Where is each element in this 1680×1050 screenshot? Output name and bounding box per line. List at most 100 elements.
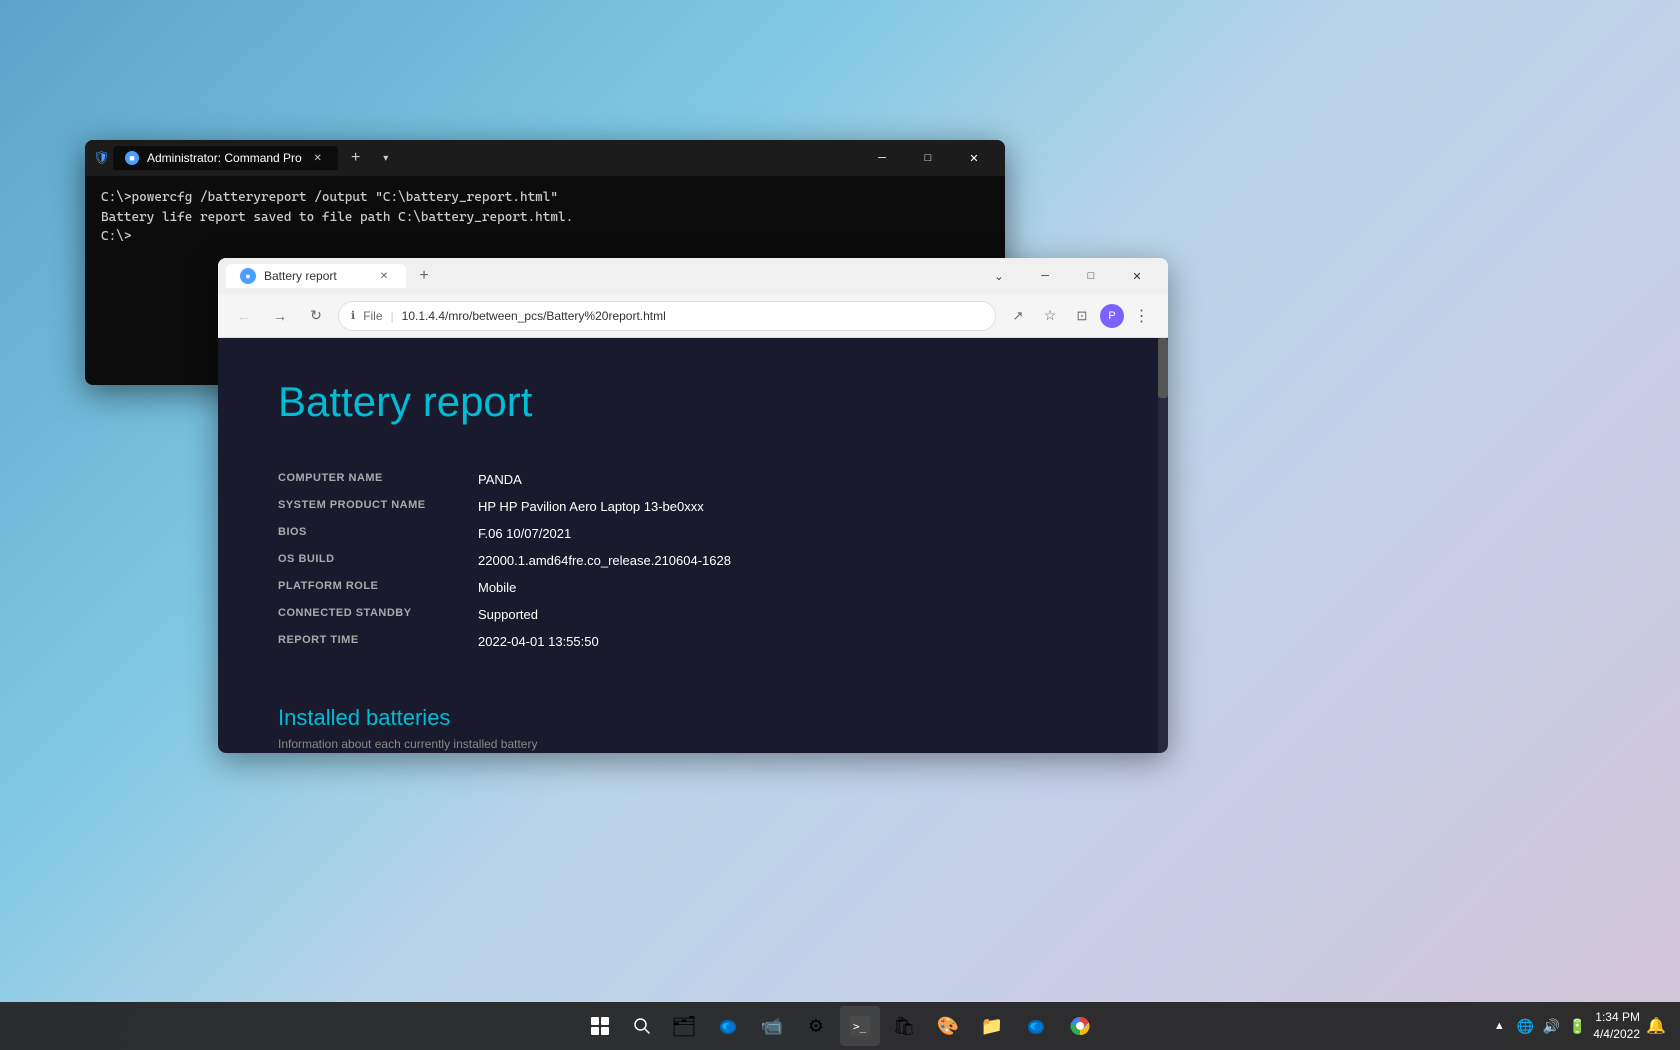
cmd-tab-title: Administrator: Command Pro [147,151,302,165]
back-button[interactable]: ← [230,302,258,330]
windows-logo-q1 [591,1017,599,1025]
browser-window: ● Battery report ✕ + ⌄ ─ □ ✕ ← → ↻ ℹ Fil… [218,258,1168,753]
teams-button[interactable]: 📹 [752,1006,792,1046]
cmd-minimize-button[interactable]: ─ [859,140,905,176]
browser-titlebar-controls: ⌄ ─ □ ✕ [976,258,1160,294]
edge2-button[interactable] [1016,1006,1056,1046]
browser-minimize-button[interactable]: ─ [1022,258,1068,294]
edge-browser-button[interactable] [708,1006,748,1046]
browser-maximize-button[interactable]: □ [1068,258,1114,294]
clock-date: 4/4/2022 [1593,1026,1640,1043]
taskbar: 🗂 📹 ⚙ >_ 🛍 🎨 [0,1002,1680,1050]
field-label-system-product-name: SYSTEM PRODUCT NAME [278,493,478,520]
scrollbar-thumb[interactable] [1158,338,1168,398]
cmd-maximize-button[interactable]: □ [905,140,951,176]
chrome-icon [1070,1016,1090,1036]
browser-right-buttons: ↗ ☆ ⊡ P ⋮ [1004,302,1156,330]
system-tray: ▲ 🌐 🔊 🔋 [1487,1014,1589,1038]
field-label-os-build: OS BUILD [278,547,478,574]
windows-logo-q2 [601,1017,609,1025]
volume-icon[interactable]: 🔊 [1539,1014,1563,1038]
cmd-titlebar: 🛡 ■ Administrator: Command Pro ✕ + ▾ ─ □… [85,140,1005,176]
installed-batteries-subtitle: Information about each currently install… [278,737,1108,751]
edge-icon [718,1016,738,1036]
desktop: 🛡 ■ Administrator: Command Pro ✕ + ▾ ─ □… [0,0,1680,1050]
browser-content: Battery report COMPUTER NAME PANDA SYSTE… [218,338,1168,753]
files-button[interactable]: 📁 [972,1006,1012,1046]
profile-button[interactable]: P [1100,304,1124,328]
search-button[interactable] [624,1008,660,1044]
shield-icon: 🛡 [93,150,109,166]
address-separator: | [391,309,394,323]
browser-tab-close-button[interactable]: ✕ [376,268,392,284]
browser-tab-active[interactable]: ● Battery report ✕ [226,264,406,288]
cmd-titlebar-controls: ─ □ ✕ [859,140,997,176]
table-row: COMPUTER NAME PANDA [278,466,1108,493]
settings-button[interactable]: ⚙ [796,1006,836,1046]
paint-button[interactable]: 🎨 [928,1006,968,1046]
browser-titlebar: ● Battery report ✕ + ⌄ ─ □ ✕ [218,258,1168,294]
cmd-line-3: C:\> [101,227,989,247]
cmd-dropdown-button[interactable]: ▾ [374,146,398,170]
network-icon[interactable]: 🌐 [1513,1014,1537,1038]
notification-button[interactable]: 🔔 [1644,1014,1668,1038]
cmd-tab[interactable]: ■ Administrator: Command Pro ✕ [113,146,338,170]
browser-new-tab-button[interactable]: + [410,262,438,290]
field-value-os-build: 22000.1.amd64fre.co_release.210604-1628 [478,547,1108,574]
scrollbar-track[interactable] [1158,338,1168,753]
battery-icon[interactable]: 🔋 [1565,1014,1589,1038]
report-info-table: COMPUTER NAME PANDA SYSTEM PRODUCT NAME … [278,466,1108,655]
cmd-line-1: C:\>powercfg /batteryreport /output "C:\… [101,188,989,208]
start-button[interactable] [580,1006,620,1046]
browser-favicon: ● [240,268,256,284]
address-url: 10.1.4.4/mro/between_pcs/Battery%20repor… [402,309,666,323]
taskbar-center: 🗂 📹 ⚙ >_ 🛍 🎨 [580,1006,1100,1046]
split-view-button[interactable]: ⊡ [1068,302,1096,330]
table-row: CONNECTED STANDBY Supported [278,601,1108,628]
store-button[interactable]: 🛍 [884,1006,924,1046]
search-icon [633,1017,651,1035]
chrome-button[interactable] [1060,1006,1100,1046]
clock-time: 1:34 PM [1593,1009,1640,1026]
report-title: Battery report [278,378,1108,426]
cmd-content: C:\>powercfg /batteryreport /output "C:\… [85,176,1005,259]
refresh-button[interactable]: ↻ [302,302,330,330]
table-row: SYSTEM PRODUCT NAME HP HP Pavilion Aero … [278,493,1108,520]
windows-logo-q3 [591,1027,599,1035]
windows-logo-icon [591,1017,609,1035]
address-bar[interactable]: ℹ File | 10.1.4.4/mro/between_pcs/Batter… [338,301,996,331]
field-value-system-product-name: HP HP Pavilion Aero Laptop 13-be0xxx [478,493,1108,520]
installed-batteries-section: Installed batteries Information about ea… [278,705,1108,753]
table-row: BIOS F.06 10/07/2021 [278,520,1108,547]
field-label-connected-standby: CONNECTED STANDBY [278,601,478,628]
tray-overflow-button[interactable]: ▲ [1487,1014,1511,1038]
favorites-button[interactable]: ☆ [1036,302,1064,330]
menu-button[interactable]: ⋮ [1128,302,1156,330]
field-value-connected-standby: Supported [478,601,1108,628]
forward-button[interactable]: → [266,302,294,330]
cmd-close-button[interactable]: ✕ [951,140,997,176]
field-label-report-time: REPORT TIME [278,628,478,655]
cmd-new-tab-button[interactable]: + [342,144,370,172]
edge2-icon [1026,1016,1046,1036]
field-value-computer-name: PANDA [478,466,1108,493]
clock[interactable]: 1:34 PM 4/4/2022 [1593,1009,1640,1043]
browser-tab-title: Battery report [264,269,368,283]
windows-logo-q4 [601,1027,609,1035]
table-row: OS BUILD 22000.1.amd64fre.co_release.210… [278,547,1108,574]
field-value-report-time: 2022-04-01 13:55:50 [478,628,1108,655]
field-label-bios: BIOS [278,520,478,547]
browser-collapse-button[interactable]: ⌄ [976,258,1022,294]
terminal-button[interactable]: >_ [840,1006,880,1046]
field-label-platform-role: PLATFORM ROLE [278,574,478,601]
cmd-tab-close-button[interactable]: ✕ [310,150,326,166]
file-explorer-button[interactable]: 🗂 [664,1006,704,1046]
share-button[interactable]: ↗ [1004,302,1032,330]
browser-close-button[interactable]: ✕ [1114,258,1160,294]
field-value-platform-role: Mobile [478,574,1108,601]
field-value-bios: F.06 10/07/2021 [478,520,1108,547]
browser-nav: ← → ↻ ℹ File | 10.1.4.4/mro/between_pcs/… [218,294,1168,338]
address-file-label: File [363,309,382,323]
taskbar-right: ▲ 🌐 🔊 🔋 1:34 PM 4/4/2022 🔔 [1487,1009,1680,1043]
svg-text:>_: >_ [853,1020,867,1033]
